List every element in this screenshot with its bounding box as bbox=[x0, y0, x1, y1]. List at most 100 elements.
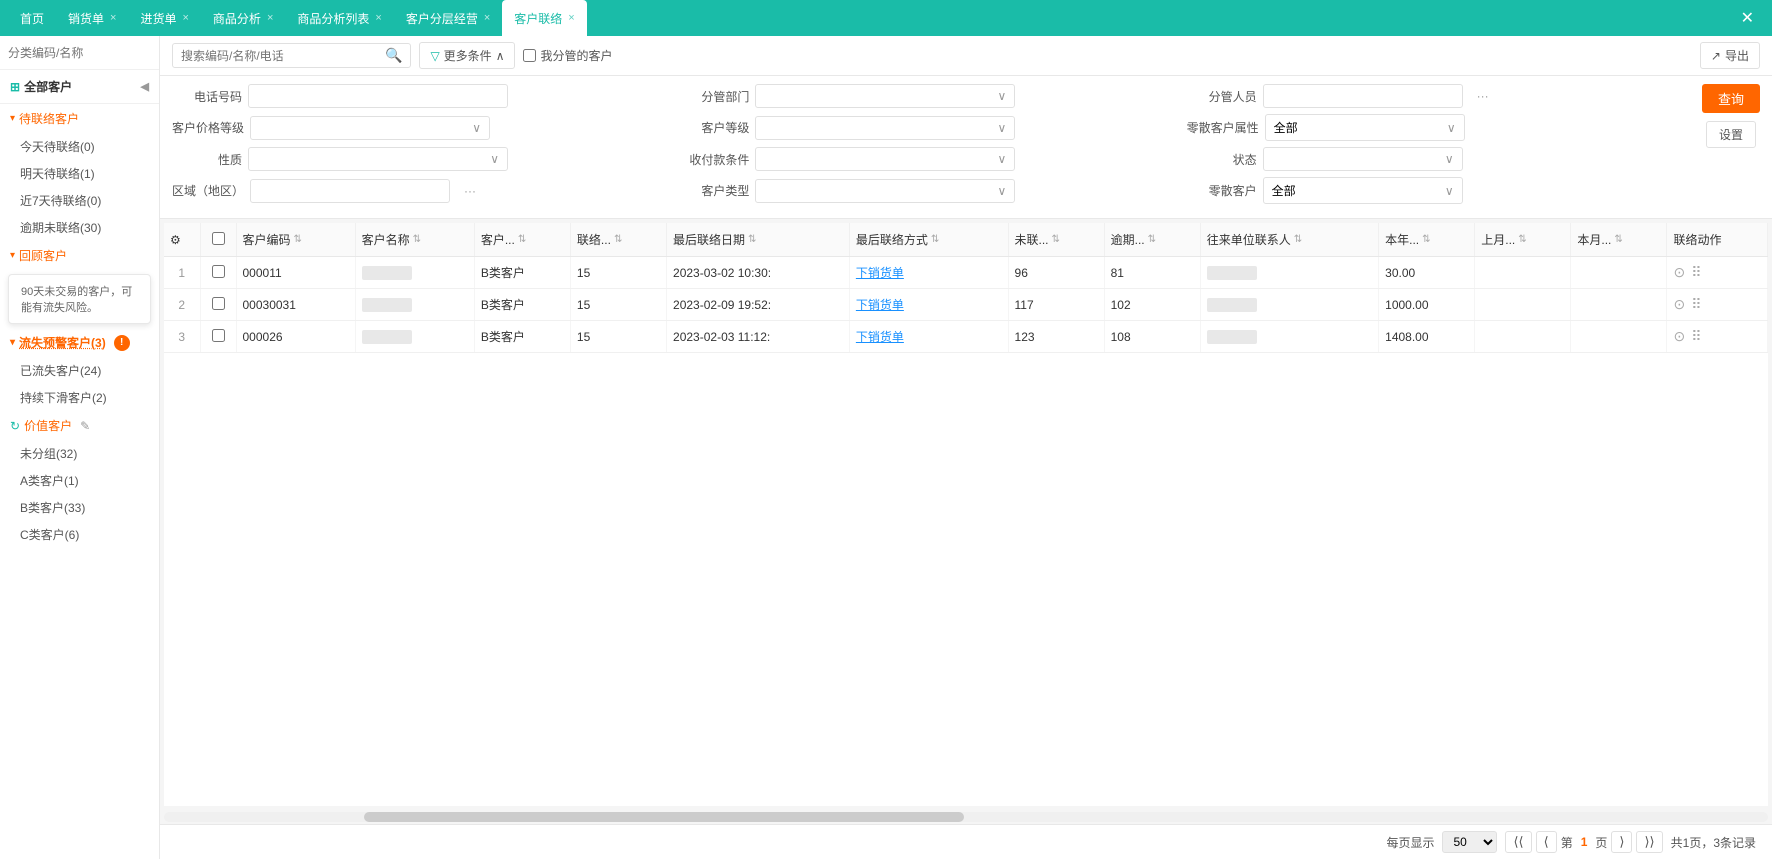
row-checkbox[interactable] bbox=[212, 297, 225, 310]
action-more-icon[interactable]: ⠿ bbox=[1691, 296, 1701, 313]
th-type[interactable]: 客户... ⇅ bbox=[474, 223, 570, 257]
filter-price-level: 客户价格等级 ∨ bbox=[172, 116, 679, 140]
tab-analysis-list-close[interactable]: × bbox=[375, 12, 381, 24]
th-settings[interactable]: ⚙ bbox=[164, 223, 200, 257]
tab-purchase-close[interactable]: × bbox=[182, 12, 188, 24]
page-next-button[interactable]: ⟩ bbox=[1611, 831, 1632, 853]
filter-manager-dots[interactable]: ··· bbox=[1469, 89, 1497, 103]
row-last-method-link[interactable]: 下销货单 bbox=[856, 298, 904, 312]
filter-phone-input[interactable] bbox=[248, 84, 508, 108]
sidebar-item-overdue[interactable]: 逾期未联络(30) bbox=[0, 214, 159, 241]
row-last-method-link[interactable]: 下销货单 bbox=[856, 266, 904, 280]
export-button[interactable]: ↗ 导出 bbox=[1700, 42, 1760, 69]
my-customers-checkbox-area[interactable]: 我分管的客户 bbox=[523, 47, 612, 64]
horizontal-scrollbar[interactable] bbox=[164, 812, 1768, 822]
tab-analysis[interactable]: 商品分析 × bbox=[201, 0, 285, 36]
row-checkbox[interactable] bbox=[212, 329, 225, 342]
search-input[interactable] bbox=[181, 49, 381, 63]
page-last-button[interactable]: ⟩⟩ bbox=[1636, 831, 1662, 853]
filter-customer-level-select[interactable]: ∨ bbox=[755, 116, 1015, 140]
filter-dept-select[interactable]: ∨ bbox=[755, 84, 1015, 108]
th-name[interactable]: 客户名称 ⇅ bbox=[355, 223, 474, 257]
tab-analysis-close[interactable]: × bbox=[267, 12, 273, 24]
th-last-date[interactable]: 最后联络日期 ⇅ bbox=[667, 223, 850, 257]
th-this-month[interactable]: 本月... ⇅ bbox=[1571, 223, 1667, 257]
tab-customer-contact[interactable]: 客户联络 × bbox=[502, 0, 586, 36]
sidebar-item-churned[interactable]: 已流失客户(24) bbox=[0, 357, 159, 384]
th-code[interactable]: 客户编码 ⇅ bbox=[236, 223, 355, 257]
tab-home-label: 首页 bbox=[20, 10, 44, 27]
sidebar-item-7days[interactable]: 近7天待联络(0) bbox=[0, 187, 159, 214]
th-this-year[interactable]: 本年... ⇅ bbox=[1379, 223, 1475, 257]
select-all-checkbox[interactable] bbox=[212, 232, 225, 245]
filter-customer-type-select[interactable]: ∨ bbox=[755, 179, 1015, 203]
query-button[interactable]: 查询 bbox=[1702, 84, 1760, 113]
filter-row-4: 区域（地区） ··· 客户类型 ∨ 零散客户 bbox=[172, 177, 1694, 204]
tab-purchase[interactable]: 进货单 × bbox=[128, 0, 200, 36]
th-last-month[interactable]: 上月... ⇅ bbox=[1475, 223, 1571, 257]
value-refresh-icon[interactable]: ↻ bbox=[10, 419, 20, 433]
table-row: 2 00030031 B类客户 15 2023-02-09 19:52: 下销货… bbox=[164, 289, 1768, 321]
sidebar-search-input[interactable] bbox=[8, 46, 160, 60]
sidebar-item-ungroup[interactable]: 未分组(32) bbox=[0, 440, 159, 467]
action-link-icon[interactable]: ⊙ bbox=[1673, 328, 1685, 345]
sidebar-group-pending[interactable]: ▾ 待联络客户 bbox=[0, 104, 159, 133]
row-last-method-link[interactable]: 下销货单 bbox=[856, 330, 904, 344]
window-close-button[interactable]: ✕ bbox=[1731, 10, 1764, 27]
action-link-icon[interactable]: ⊙ bbox=[1673, 264, 1685, 281]
per-page-select[interactable]: 50 100 200 bbox=[1442, 831, 1497, 853]
row-checkbox[interactable] bbox=[212, 265, 225, 278]
sidebar-group-churn[interactable]: ▾ 流失预警客户(3) ! bbox=[0, 328, 159, 357]
row-code: 00030031 bbox=[236, 289, 355, 321]
filter-retail-attr-select[interactable]: 全部 ∨ bbox=[1265, 114, 1465, 141]
tab-analysis-list[interactable]: 商品分析列表 × bbox=[285, 0, 393, 36]
tab-customer-layer[interactable]: 客户分层经营 × bbox=[394, 0, 502, 36]
filter-row-3: 性质 ∨ 收付款条件 ∨ bbox=[172, 147, 1694, 171]
settings-button[interactable]: 设置 bbox=[1706, 121, 1756, 148]
action-more-icon[interactable]: ⠿ bbox=[1691, 328, 1701, 345]
sidebar-group-review[interactable]: ▾ 回顾客户 bbox=[0, 241, 159, 270]
filter-nature-select[interactable]: ∨ bbox=[248, 147, 508, 171]
my-customers-checkbox[interactable] bbox=[523, 49, 536, 62]
tab-sales[interactable]: 销货单 × bbox=[56, 0, 128, 36]
tab-analysis-label: 商品分析 bbox=[213, 10, 261, 27]
th-contact[interactable]: 联络... ⇅ bbox=[570, 223, 666, 257]
value-edit-icon[interactable]: ✎ bbox=[80, 419, 90, 433]
filter-price-select[interactable]: ∨ bbox=[250, 116, 490, 140]
page-prev-button[interactable]: ⟨ bbox=[1536, 831, 1557, 853]
filter-retail-select[interactable]: 全部 ∨ bbox=[1263, 177, 1463, 204]
sidebar-item-tomorrow[interactable]: 明天待联络(1) bbox=[0, 160, 159, 187]
sidebar-item-today[interactable]: 今天待联络(0) bbox=[0, 133, 159, 160]
sidebar-item-a-class[interactable]: A类客户(1) bbox=[0, 467, 159, 494]
sidebar-all-customers[interactable]: ⊞ 全部客户 ◀ bbox=[0, 70, 159, 104]
row-contact-person bbox=[1200, 289, 1378, 321]
th-overdue[interactable]: 逾期... ⇅ bbox=[1104, 223, 1200, 257]
action-link-icon[interactable]: ⊙ bbox=[1673, 296, 1685, 313]
toolbar-search-icon[interactable]: 🔍 bbox=[385, 47, 402, 64]
scrollbar-thumb[interactable] bbox=[364, 812, 964, 822]
table-settings-icon[interactable]: ⚙ bbox=[170, 233, 181, 247]
tab-customer-contact-close[interactable]: × bbox=[568, 12, 574, 24]
th-last-method[interactable]: 最后联络方式 ⇅ bbox=[849, 223, 1008, 257]
tab-home[interactable]: 首页 bbox=[8, 0, 56, 36]
page-first-button[interactable]: ⟨⟨ bbox=[1505, 831, 1531, 853]
action-more-icon[interactable]: ⠿ bbox=[1691, 264, 1701, 281]
sidebar-item-b-class[interactable]: B类客户(33) bbox=[0, 494, 159, 521]
sidebar-item-c-class[interactable]: C类客户(6) bbox=[0, 521, 159, 548]
filter-region-dots[interactable]: ··· bbox=[456, 184, 484, 198]
th-unlink[interactable]: 未联... ⇅ bbox=[1008, 223, 1104, 257]
table-container: ⚙ 客户编码 ⇅ 客户名称 bbox=[164, 223, 1768, 806]
tab-sales-close[interactable]: × bbox=[110, 12, 116, 24]
sidebar-group-value[interactable]: ↻ 价值客户 ✎ bbox=[0, 411, 159, 440]
filter-region-input[interactable] bbox=[250, 179, 450, 203]
filter-manager-input[interactable] bbox=[1263, 84, 1463, 108]
tab-customer-layer-close[interactable]: × bbox=[484, 12, 490, 24]
th-contact-person[interactable]: 往来单位联系人 ⇅ bbox=[1200, 223, 1378, 257]
th-this-month-sort: ⇅ bbox=[1614, 234, 1622, 245]
th-contact-label: 联络... bbox=[577, 231, 611, 248]
sidebar-item-declining[interactable]: 持续下滑客户(2) bbox=[0, 384, 159, 411]
filter-payment-select[interactable]: ∨ bbox=[755, 147, 1015, 171]
filter-status-select[interactable]: ∨ bbox=[1263, 147, 1463, 171]
row-contact-person bbox=[1200, 321, 1378, 353]
filter-more-button[interactable]: ▽ 更多条件 ∧ bbox=[419, 42, 515, 69]
